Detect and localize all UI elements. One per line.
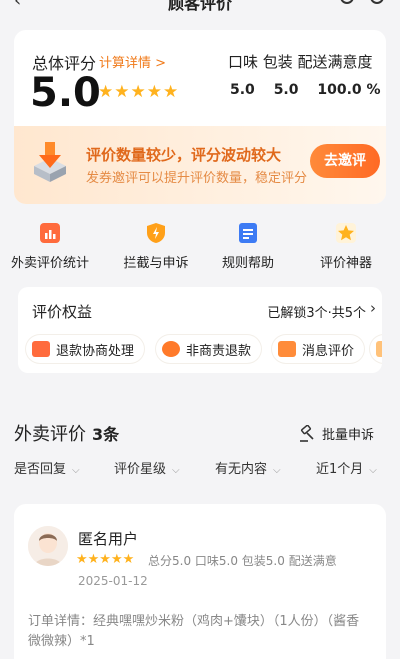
review-date: 2025-01-12 — [78, 574, 148, 588]
filter-label: 是否回复 — [14, 462, 67, 477]
chevron-down-icon: ⌵ — [273, 465, 281, 476]
document-icon — [239, 223, 257, 243]
chip-label: 消息评价 — [302, 343, 355, 359]
filter-has-content[interactable]: 有无内容 ⌵ — [215, 458, 281, 477]
download-box-icon — [34, 142, 66, 182]
quick-action-rules-help[interactable]: 规则帮助 — [198, 222, 298, 271]
chevron-down-icon: ⌵ — [172, 465, 180, 476]
rights-chip-refund[interactable]: 退款协商处理 — [26, 335, 145, 363]
package-score: 5.0 — [273, 82, 299, 98]
filter-date-range[interactable]: 近1个月 ⌵ — [316, 458, 377, 477]
filter-star-rating[interactable]: 评价星级 ⌵ — [114, 458, 180, 477]
rights-status[interactable]: 已解锁3个·共5个 — [267, 302, 366, 321]
user-avatar-icon — [28, 526, 68, 566]
banner-title: 评价数量较少，评分波动较大 — [86, 146, 282, 164]
quick-action-intercept-appeal[interactable]: 拦截与申诉 — [106, 222, 206, 271]
rating-stars: ★★★★★ — [98, 82, 180, 102]
chip-label: 非商责退款 — [186, 343, 252, 359]
shield-icon — [147, 223, 165, 243]
star-badge-icon — [336, 223, 356, 243]
coupon-icon — [162, 341, 180, 357]
avatar — [28, 526, 68, 566]
refund-icon — [32, 341, 50, 357]
page-title: 顾客评价 — [167, 0, 232, 13]
review-scores: 总分5.0 口味5.0 包装5.0 配送满意 — [148, 554, 337, 568]
invite-banner: 评价数量较少，评分波动较大 发券邀评可以提升评价数量，稳定评分 去邀评 — [14, 126, 386, 204]
score-card: 总体评分 计算详情 > 5.0 ★★★★★ 口味 包装 配送满意度 5.0 5.… — [14, 30, 386, 204]
batch-appeal-label: 批量申诉 — [321, 428, 374, 443]
chevron-down-icon: ⌵ — [72, 465, 80, 476]
quick-action-label: 外卖评价统计 — [10, 256, 89, 271]
filter-label: 评价星级 — [114, 462, 167, 477]
filter-bar: 是否回复 ⌵ 评价星级 ⌵ 有无内容 ⌵ 近1个月 ⌵ — [0, 458, 400, 478]
filter-label: 有无内容 — [215, 462, 268, 477]
sub-score-labels: 口味 包装 配送满意度 — [228, 53, 373, 71]
rights-title: 评价权益 — [32, 303, 93, 321]
banner-subtitle: 发券邀评可以提升评价数量，稳定评分 — [86, 171, 308, 186]
calc-details-link[interactable]: 计算详情 > — [99, 52, 166, 71]
filter-reply-status[interactable]: 是否回复 ⌵ — [14, 458, 80, 477]
gavel-icon — [299, 424, 314, 442]
overall-score-value: 5.0 — [30, 70, 101, 116]
quick-action-label: 评价神器 — [319, 256, 372, 271]
taste-score: 5.0 — [230, 82, 255, 98]
list-count: 3条 — [92, 425, 120, 444]
sub-score-values: 5.0 5.0 100.0 % — [230, 82, 386, 98]
chevron-down-icon: ⌵ — [369, 465, 377, 476]
partial-icon — [376, 341, 382, 357]
quick-action-label: 拦截与申诉 — [123, 256, 189, 271]
review-rights-card: 评价权益 已解锁3个·共5个 › 退款协商处理 非商责退款 消息评价 — [18, 287, 382, 373]
invite-review-button[interactable]: 去邀评 — [310, 144, 380, 178]
order-detail: 订单详情：经典嘿嘿炒米粉（鸡肉+馕块）（1人份）（酱香微微辣）*1 — [28, 614, 360, 649]
review-username: 匿名用户 — [78, 530, 139, 548]
review-card: 匿名用户 ★★★★★ 总分5.0 口味5.0 包装5.0 配送满意 2025-0… — [14, 504, 386, 659]
bar-chart-icon — [40, 223, 60, 243]
message-icon — [278, 341, 296, 357]
delivery-score: 100.0 % — [317, 82, 381, 98]
quick-action-review-tool[interactable]: 评价神器 — [296, 222, 396, 271]
list-title: 外卖评价 — [14, 424, 86, 445]
top-bar: ‹ 顾客评价 — [0, 0, 400, 20]
chip-label: 退款协商处理 — [56, 343, 135, 359]
rights-chip-message-review[interactable]: 消息评价 — [272, 335, 365, 363]
review-stars: ★★★★★ — [76, 552, 135, 567]
filter-label: 近1个月 — [316, 462, 364, 477]
rights-chip-partial[interactable] — [370, 335, 382, 363]
batch-appeal-button[interactable]: 批量申诉 — [298, 424, 374, 443]
quick-action-label: 规则帮助 — [221, 256, 274, 271]
quick-action-review-stats[interactable]: 外卖评价统计 — [0, 222, 100, 271]
chevron-right-icon[interactable]: › — [370, 299, 376, 317]
rights-chip-non-merchant-refund[interactable]: 非商责退款 — [156, 335, 262, 363]
review-list-header: 外卖评价 3条 — [14, 420, 119, 446]
quick-actions: 外卖评价统计 拦截与申诉 规则帮助 评价神器 — [11, 222, 386, 272]
